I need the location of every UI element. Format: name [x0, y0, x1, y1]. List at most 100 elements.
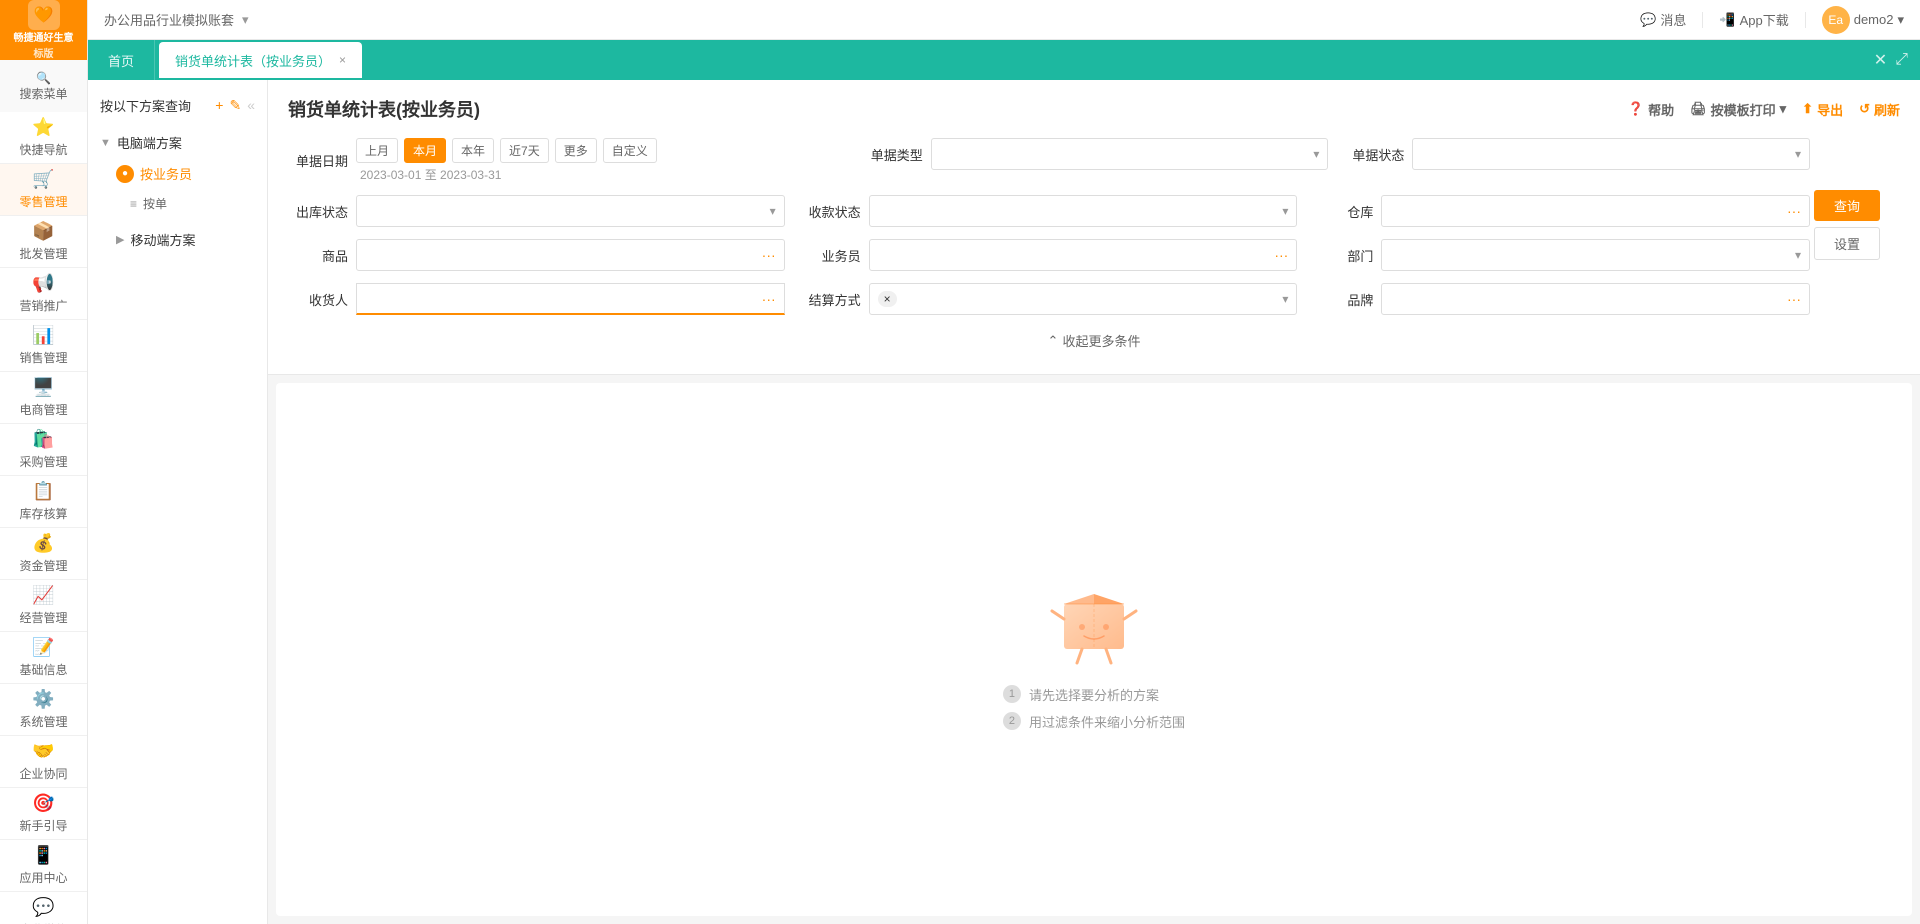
out-status-select[interactable]: ▾ [356, 195, 785, 227]
sidebar-item-system[interactable]: ⚙️ 系统管理 [0, 684, 88, 736]
filter-section: 销货单统计表(按业务员) ❓ 帮助 🖨 按模板打印 ▾ ⬆ [268, 80, 1920, 375]
warehouse-dots: ··· [1787, 203, 1801, 219]
desktop-group-label: 电脑端方案 [117, 133, 182, 152]
mobile-expand-icon: ▶ [116, 233, 124, 246]
date-btn-more[interactable]: 更多 [555, 138, 597, 163]
dept-select[interactable]: ▾ [1381, 239, 1810, 271]
tab-close-button[interactable]: × [339, 54, 346, 66]
filter-dept-field: 部门 ▾ [1313, 239, 1810, 271]
message-label: 消息 [1660, 10, 1686, 29]
sidebar-item-basic[interactable]: 📝 基础信息 [0, 632, 88, 684]
sidebar-item-appstore[interactable]: 📱 应用中心 [0, 840, 88, 892]
filter-consignee-field: 收货人 ··· [288, 283, 785, 315]
search-menu-item[interactable]: 🔍 搜索菜单 [0, 60, 88, 112]
tab-active-label: 销货单统计表（按业务员） [175, 51, 331, 70]
bill-type-select[interactable]: ▾ [931, 138, 1329, 170]
app-download-label: App下载 [1740, 10, 1789, 29]
date-btn-last-month[interactable]: 上月 [356, 138, 398, 163]
sidebar-item-finance[interactable]: 💰 资金管理 [0, 528, 88, 580]
refresh-button[interactable]: ↺ 刷新 [1859, 100, 1900, 119]
date-btn-custom[interactable]: 自定义 [603, 138, 657, 163]
empty-tips: 1 请先选择要分析的方案 2 用过滤条件来缩小分析范围 [1003, 685, 1185, 731]
payment-x[interactable]: × [884, 292, 891, 306]
bill-type-chevron: ▾ [1313, 147, 1319, 161]
panel-add-icon[interactable]: + [215, 97, 223, 114]
bill-type-label: 单据类型 [863, 145, 923, 164]
collapse-button[interactable]: ⌃ 收起更多条件 [1040, 323, 1149, 358]
sidebar-item-inventory[interactable]: 📋 库存核算 [0, 476, 88, 528]
user-profile[interactable]: Ea demo2 ▾ [1822, 6, 1904, 34]
app-logo: 🧡 畅捷通好生意 标版 [0, 0, 88, 60]
empty-state: 1 请先选择要分析的方案 2 用过滤条件来缩小分析范围 [276, 383, 1912, 916]
sidebar-item-guide[interactable]: 🎯 新手引导 [0, 788, 88, 840]
app-download-button[interactable]: 📲 App下载 [1719, 10, 1788, 29]
sidebar-item-collab[interactable]: 🤝 企业协同 [0, 736, 88, 788]
tab-active-report[interactable]: 销货单统计表（按业务员） × [159, 42, 362, 78]
basic-icon: 📝 [32, 637, 54, 658]
sidebar-item-ecommerce[interactable]: 🖥️ 电商管理 [0, 372, 88, 424]
staff-dots: ··· [1274, 247, 1288, 263]
tab-maximize-icon[interactable]: ⤢ [1895, 51, 1908, 69]
receipt-status-chevron: ▾ [1282, 204, 1288, 218]
payment-tag: × [878, 291, 897, 307]
message-button[interactable]: 💬 消息 [1640, 10, 1686, 29]
payment-select[interactable]: × ▾ [869, 283, 1298, 315]
sidebar-item-marketing[interactable]: 📢 营销推广 [0, 268, 88, 320]
filter-bill-type-field: 单据类型 ▾ [863, 138, 1329, 170]
dept-chevron: ▾ [1795, 248, 1801, 262]
system-icon: ⚙️ [32, 689, 54, 710]
sales-icon: 📊 [32, 325, 54, 346]
help-icon: ❓ [1628, 101, 1644, 117]
date-btn-this-month[interactable]: 本月 [404, 138, 446, 163]
sidebar-item-retail[interactable]: 🛒 零售管理 [0, 164, 88, 216]
app-download-icon: 📲 [1719, 12, 1735, 28]
date-btn-this-year[interactable]: 本年 [452, 138, 494, 163]
user-name: demo2 [1854, 12, 1894, 27]
panel-collapse-icon[interactable]: « [247, 97, 255, 114]
sidebar-item-sales[interactable]: 📊 销售管理 [0, 320, 88, 372]
print-button[interactable]: 🖨 按模板打印 ▾ [1690, 100, 1786, 119]
quick-nav-item[interactable]: ⭐ 快捷导航 [0, 112, 88, 164]
brand-label: 品牌 [1313, 290, 1373, 309]
tip-text-2: 用过滤条件来缩小分析范围 [1029, 712, 1185, 731]
brand-select[interactable]: ··· [1381, 283, 1810, 315]
sidebar-item-weixin[interactable]: 💬 企业微信 [0, 892, 88, 924]
finance-label: 资金管理 [19, 557, 67, 574]
bill-status-select[interactable]: ▾ [1412, 138, 1810, 170]
consignee-input[interactable]: ··· [356, 283, 785, 315]
date-label: 单据日期 [288, 151, 348, 170]
sidebar-item-operation[interactable]: 📈 经营管理 [0, 580, 88, 632]
staff-label: 业务员 [801, 246, 861, 265]
setting-button[interactable]: 设置 [1814, 227, 1880, 260]
page-title-bar: 销货单统计表(按业务员) ❓ 帮助 🖨 按模板打印 ▾ ⬆ [288, 96, 1900, 122]
date-btn-7days[interactable]: 近7天 [500, 138, 549, 163]
bill-status-label: 单据状态 [1344, 145, 1404, 164]
breadcrumb-dropdown-icon[interactable]: ▾ [242, 12, 249, 28]
receipt-status-select[interactable]: ▾ [869, 195, 1298, 227]
filter-brand-field: 品牌 ··· [1313, 283, 1810, 315]
empty-content: 1 请先选择要分析的方案 2 用过滤条件来缩小分析范围 [1003, 569, 1185, 731]
sidebar-item-purchase[interactable]: 🛍️ 采购管理 [0, 424, 88, 476]
filter-warehouse-field: 仓库 ··· [1313, 195, 1810, 227]
divider1 [1702, 12, 1703, 28]
retail-icon: 🛒 [32, 169, 54, 190]
print-icon: 🖨 [1690, 101, 1707, 117]
staff-select[interactable]: ··· [869, 239, 1298, 271]
help-button[interactable]: ❓ 帮助 [1628, 100, 1674, 119]
tree-child-by-staff[interactable]: ● 按业务员 [88, 158, 267, 189]
tree-group-mobile-title[interactable]: ▶ 移动端方案 [88, 224, 267, 255]
sidebar-item-wholesale[interactable]: 📦 批发管理 [0, 216, 88, 268]
tab-home[interactable]: 首页 [88, 40, 155, 80]
panel-edit-icon[interactable]: ✎ [229, 97, 241, 114]
topbar: 办公用品行业模拟账套 ▾ 💬 消息 📲 App下载 Ea demo2 ▾ [88, 0, 1920, 40]
tree-grandchild-by-order[interactable]: ≡ 按单 [88, 189, 267, 218]
query-button[interactable]: 查询 [1814, 190, 1880, 221]
operation-label: 经营管理 [19, 609, 67, 626]
tree-group-desktop-title[interactable]: ▼ 电脑端方案 [88, 127, 267, 158]
warehouse-select[interactable]: ··· [1381, 195, 1810, 227]
refresh-label: 刷新 [1874, 100, 1900, 119]
wholesale-label: 批发管理 [19, 245, 67, 262]
goods-select[interactable]: ··· [356, 239, 785, 271]
tab-close-window-icon[interactable]: ✕ [1874, 50, 1887, 70]
export-button[interactable]: ⬆ 导出 [1802, 100, 1843, 119]
